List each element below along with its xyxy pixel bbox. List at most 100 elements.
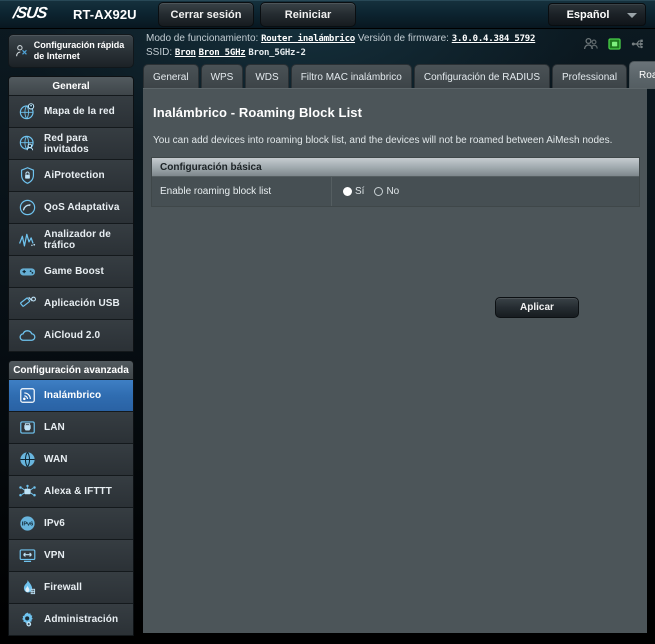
alexa-ifttt-icon — [19, 484, 36, 497]
sidebar-item-label: QoS Adaptativa — [44, 202, 120, 213]
reboot-button[interactable]: Reiniciar — [260, 2, 356, 27]
tab-filtro-mac-inal-mbrico[interactable]: Filtro MAC inalámbrico — [290, 64, 412, 89]
ssid-value-3: Bron_5GHz-2 — [248, 48, 306, 58]
traffic-analyzer-icon — [18, 233, 36, 247]
ssid-value-2[interactable]: Bron_5GHz — [199, 48, 246, 58]
sidebar-item-administraci-n[interactable]: Administración — [9, 604, 133, 636]
vpn-icon — [19, 549, 36, 562]
clients-icon[interactable] — [583, 36, 599, 52]
radio-option-yes[interactable]: Sí — [343, 186, 364, 197]
tab-professional[interactable]: Professional — [552, 64, 628, 89]
quick-setup-icon — [16, 45, 27, 57]
sidebar-group-advanced: Configuración avanzada Inalámbrico LAN WAN A… — [8, 360, 134, 636]
sidebar-item-lan[interactable]: LAN — [9, 412, 133, 444]
enable-roaming-block-list-control: Sí No — [332, 177, 639, 206]
quick-internet-setup-button[interactable]: Configuración rápida de Internet — [8, 34, 134, 68]
sidebar-item-label: Analizador de tráfico — [44, 228, 111, 251]
sidebar-group-title: General — [9, 77, 133, 96]
top-bar: /SUS RT-AX92U Cerrar sesión Reiniciar Es… — [0, 0, 655, 29]
tab-configuraci-n-de-radius[interactable]: Configuración de RADIUS — [413, 64, 551, 89]
guest-network-icon — [19, 135, 34, 151]
tab-bar: General WPS WDS Filtro MAC inalámbrico Confi… — [143, 61, 655, 89]
lan-port-icon — [20, 421, 35, 434]
shield-lock-icon — [20, 167, 35, 184]
apply-button[interactable]: Aplicar — [495, 297, 579, 318]
sidebar-item-label: IPv6 — [44, 518, 65, 529]
operation-mode-label: Modo de funcionamiento: — [146, 33, 259, 44]
router-info-strip: Modo de funcionamiento: Router inalámbri… — [146, 32, 566, 58]
firmware-version-value[interactable]: 3.0.0.4.384_5792 — [452, 34, 536, 44]
tab-wds[interactable]: WDS — [245, 64, 289, 89]
ssid-value-1[interactable]: Bron — [175, 48, 196, 58]
gauge-icon — [19, 199, 36, 216]
sidebar-group-title: Configuración avanzada — [9, 361, 133, 380]
sidebar-item-label: WAN — [44, 454, 68, 465]
gamepad-icon — [19, 268, 36, 276]
ipv6-icon: IPv6 — [20, 516, 35, 531]
radio-no-label: No — [386, 186, 400, 197]
page-title: Inalámbrico - Roaming Block List — [153, 105, 363, 120]
page-description: You can add devices into roaming block l… — [153, 135, 613, 146]
router-model-name: RT-AX92U — [73, 7, 137, 22]
sidebar-item-red-para-invitados[interactable]: Red para invitados — [9, 128, 133, 160]
network-map-icon — [19, 103, 35, 120]
tab-general[interactable]: General — [143, 64, 199, 89]
sidebar-item-label: Administración — [44, 614, 119, 625]
sidebar-item-mapa-de-la-red[interactable]: Mapa de la red — [9, 96, 133, 128]
status-icon-group — [583, 35, 649, 53]
radio-option-no[interactable]: No — [374, 186, 399, 197]
sidebar-item-alexa-ifttt[interactable]: Alexa & IFTTT — [9, 476, 133, 508]
sidebar-item-label: Inalámbrico — [44, 390, 102, 401]
language-selector-label: Español — [566, 8, 610, 21]
usb-icon[interactable] — [631, 36, 647, 52]
sidebar-item-analizador-de-tr-fico[interactable]: Analizador de tráfico — [9, 224, 133, 256]
sidebar-item-label: Firewall — [44, 582, 83, 593]
globe-icon — [20, 452, 35, 467]
sidebar-item-aicloud-2-0[interactable]: AiCloud 2.0 — [9, 320, 133, 352]
info-line-ssid: SSID: Bron Bron_5GHz Bron_5GHz-2 — [146, 46, 566, 60]
usb-app-icon — [20, 296, 36, 307]
tab-wps[interactable]: WPS — [200, 64, 244, 89]
enable-roaming-block-list-label: Enable roaming block list — [152, 177, 332, 206]
sidebar-item-label: Red para invitados — [44, 132, 89, 155]
cloud-icon — [19, 330, 36, 341]
sidebar-item-firewall[interactable]: Firewall — [9, 572, 133, 604]
sidebar-item-inal-mbrico[interactable]: Inalámbrico — [9, 380, 133, 412]
sidebar-item-label: Aplicación USB — [44, 298, 120, 309]
operation-mode-value[interactable]: Router inalámbrico — [261, 34, 355, 44]
sidebar-item-ipv6[interactable]: IPv6 IPv6 — [9, 508, 133, 540]
sidebar-item-wan[interactable]: WAN — [9, 444, 133, 476]
usb-device-icon[interactable] — [607, 36, 623, 52]
basic-config-header: Configuración básica — [152, 158, 639, 176]
administration-gear-icon — [22, 612, 33, 627]
table-row: Enable roaming block list Sí No — [152, 176, 639, 206]
info-line-mode: Modo de funcionamiento: Router inalámbri… — [146, 32, 566, 46]
quick-internet-setup-label: Configuración rápida de Internet — [33, 40, 125, 61]
sidebar-item-label: AiProtection — [44, 170, 105, 181]
sidebar: Configuración rápida de Internet General… — [8, 34, 134, 644]
asus-logo: /SUS — [11, 5, 48, 22]
chevron-down-icon — [627, 13, 637, 18]
sidebar-item-label: AiCloud 2.0 — [44, 330, 101, 341]
sidebar-item-label: VPN — [44, 550, 65, 561]
main-content-panel: Inalámbrico - Roaming Block List You can… — [143, 88, 647, 633]
radio-yes-dot — [343, 187, 352, 196]
language-selector[interactable]: Español — [548, 3, 646, 26]
logout-button[interactable]: Cerrar sesión — [158, 2, 254, 27]
sidebar-item-aiprotection[interactable]: AiProtection — [9, 160, 133, 192]
sidebar-item-vpn[interactable]: VPN — [9, 540, 133, 572]
radio-yes-label: Sí — [355, 186, 365, 197]
sidebar-item-label: Alexa & IFTTT — [44, 486, 112, 497]
sidebar-item-qos-adaptativa[interactable]: QoS Adaptativa — [9, 192, 133, 224]
firewall-flame-icon — [23, 579, 36, 595]
sidebar-group-general: General Mapa de la red Red para invitados A… — [8, 76, 134, 352]
sidebar-item-label: LAN — [44, 422, 65, 433]
firmware-label: Versión de firmware: — [357, 33, 449, 44]
sidebar-item-aplicaci-n-usb[interactable]: Aplicación USB — [9, 288, 133, 320]
tab-roaming-block-list[interactable]: Roaming Block List — [629, 61, 655, 89]
sidebar-item-game-boost[interactable]: Game Boost — [9, 256, 133, 288]
wireless-icon — [20, 388, 35, 403]
svg-text:IPv6: IPv6 — [22, 522, 33, 528]
router-admin-page: /SUS RT-AX92U Cerrar sesión Reiniciar Es… — [0, 0, 655, 636]
sidebar-menu-groups: General Mapa de la red Red para invitados A… — [8, 76, 134, 636]
